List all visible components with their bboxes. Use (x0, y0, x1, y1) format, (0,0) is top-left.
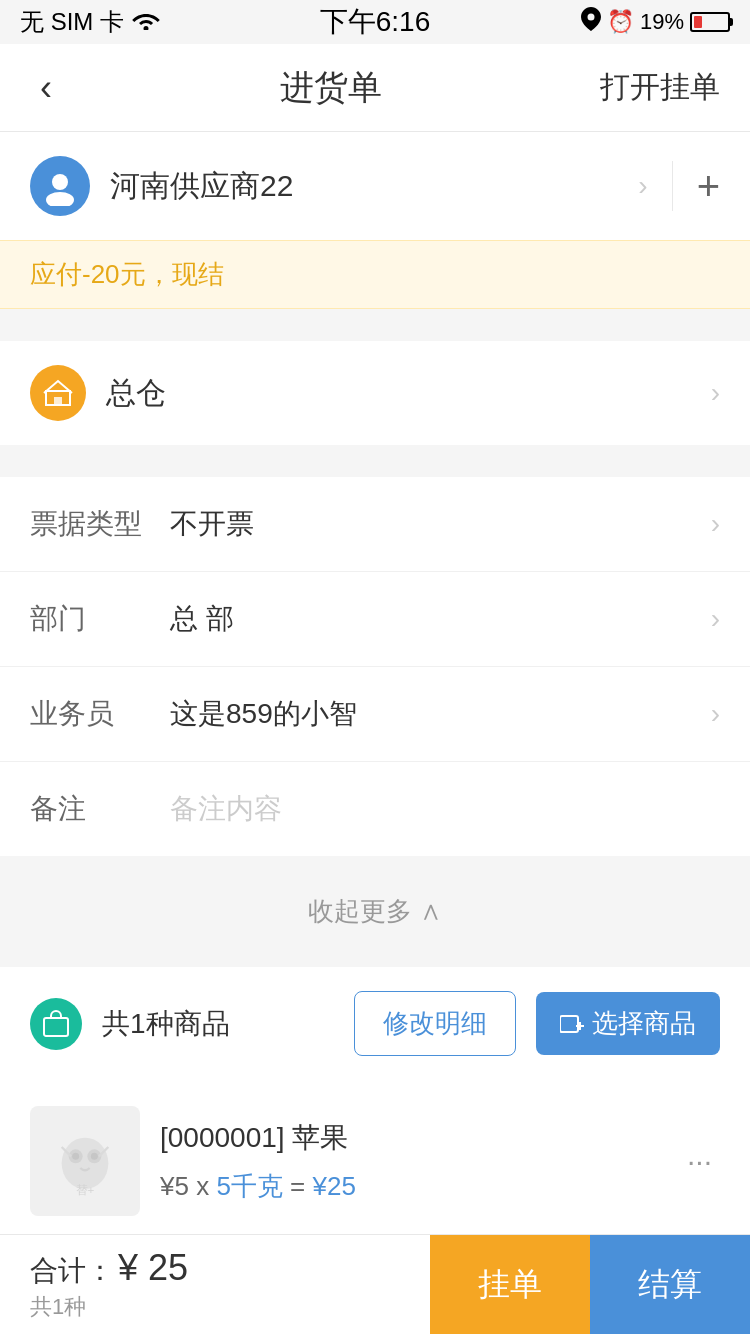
battery-percent: 19% (640, 9, 684, 35)
invoice-row[interactable]: 票据类型 不开票 › (0, 477, 750, 572)
svg-point-0 (52, 174, 68, 190)
supplier-alert-banner: 应付-20元，现结 (0, 240, 750, 309)
product-info: [0000001] 苹果 ¥5 x 5千克 = ¥25 (160, 1119, 659, 1204)
select-product-button[interactable]: 选择商品 (536, 992, 720, 1055)
product-thumbnail: 替+ (30, 1106, 140, 1216)
form-section: 票据类型 不开票 › 部门 总 部 › 业务员 这是859的小智 › 备注 备注… (0, 477, 750, 856)
svg-point-1 (46, 192, 74, 206)
svg-point-6 (62, 1138, 109, 1189)
status-right: ⏰ 19% (581, 7, 730, 37)
total-label: 合计： (30, 1252, 114, 1290)
settle-button[interactable]: 结算 (590, 1235, 750, 1334)
invoice-value: 不开票 (170, 505, 711, 543)
svg-rect-5 (560, 1016, 578, 1032)
battery-icon (690, 12, 730, 32)
remark-placeholder: 备注内容 (170, 790, 720, 828)
warehouse-icon (30, 365, 86, 421)
page-title: 进货单 (280, 65, 382, 111)
sep2 (0, 461, 750, 477)
remark-row[interactable]: 备注 备注内容 (0, 762, 750, 856)
divider (672, 161, 673, 211)
warehouse-chevron-icon: › (711, 377, 720, 409)
total-section: 合计： ¥ 25 共1种 (0, 1235, 430, 1334)
svg-rect-3 (54, 397, 62, 405)
warehouse-name: 总仓 (106, 373, 711, 414)
invoice-chevron-icon: › (711, 508, 720, 540)
product-count-text: 共1种商品 (102, 1005, 334, 1043)
dept-label: 部门 (30, 600, 170, 638)
product-section: 共1种商品 修改明细 选择商品 (0, 967, 750, 1240)
sales-row[interactable]: 业务员 这是859的小智 › (0, 667, 750, 762)
supplier-section: 河南供应商22 › + 应付-20元，现结 (0, 132, 750, 309)
sales-chevron-icon: › (711, 698, 720, 730)
main-content: 河南供应商22 › + 应付-20元，现结 总仓 › 票据类型 不开票 (0, 132, 750, 1334)
open-hang-button[interactable]: 打开挂单 (600, 67, 720, 108)
edit-detail-button[interactable]: 修改明细 (354, 991, 516, 1056)
supplier-avatar (30, 156, 90, 216)
dept-chevron-icon: › (711, 603, 720, 635)
bottom-bar: 合计： ¥ 25 共1种 挂单 结算 (0, 1234, 750, 1334)
add-supplier-button[interactable]: + (697, 164, 720, 209)
alarm-icon: ⏰ (607, 9, 634, 35)
supplier-row[interactable]: 河南供应商22 › + (0, 132, 750, 240)
product-more-button[interactable]: ··· (679, 1140, 720, 1182)
svg-point-9 (72, 1153, 79, 1160)
status-left: 无 SIM 卡 (20, 6, 160, 38)
warehouse-row[interactable]: 总仓 › (0, 341, 750, 445)
supplier-chevron-icon: › (638, 170, 647, 202)
product-name: [0000001] 苹果 (160, 1119, 659, 1157)
remark-label: 备注 (30, 790, 170, 828)
product-count-icon (30, 998, 82, 1050)
svg-rect-4 (44, 1018, 68, 1036)
invoice-label: 票据类型 (30, 505, 170, 543)
location-icon (581, 7, 601, 37)
product-item: 替+ [0000001] 苹果 ¥5 x 5千克 = ¥25 ··· (0, 1082, 750, 1240)
product-price: ¥5 x 5千克 = ¥25 (160, 1169, 659, 1204)
warehouse-section: 总仓 › (0, 341, 750, 445)
svg-text:替+: 替+ (76, 1183, 95, 1196)
svg-point-10 (91, 1153, 98, 1160)
supplier-name: 河南供应商22 (110, 166, 638, 207)
dept-value: 总 部 (170, 600, 711, 638)
hang-order-button[interactable]: 挂单 (430, 1235, 590, 1334)
back-button[interactable]: ‹ (30, 57, 62, 119)
sales-label: 业务员 (30, 695, 170, 733)
sales-value: 这是859的小智 (170, 695, 711, 733)
sep1 (0, 325, 750, 341)
total-amount: ¥ 25 (118, 1247, 188, 1289)
wifi-icon (132, 8, 160, 36)
status-bar: 无 SIM 卡 下午6:16 ⏰ 19% (0, 0, 750, 44)
product-header: 共1种商品 修改明细 选择商品 (0, 967, 750, 1080)
dept-row[interactable]: 部门 总 部 › (0, 572, 750, 667)
collapse-bar[interactable]: 收起更多 ∧ (0, 872, 750, 951)
status-time: 下午6:16 (320, 3, 431, 41)
total-sub: 共1种 (30, 1292, 400, 1322)
sep3 (0, 951, 750, 967)
nav-bar: ‹ 进货单 打开挂单 (0, 44, 750, 132)
carrier-text: 无 SIM 卡 (20, 6, 124, 38)
